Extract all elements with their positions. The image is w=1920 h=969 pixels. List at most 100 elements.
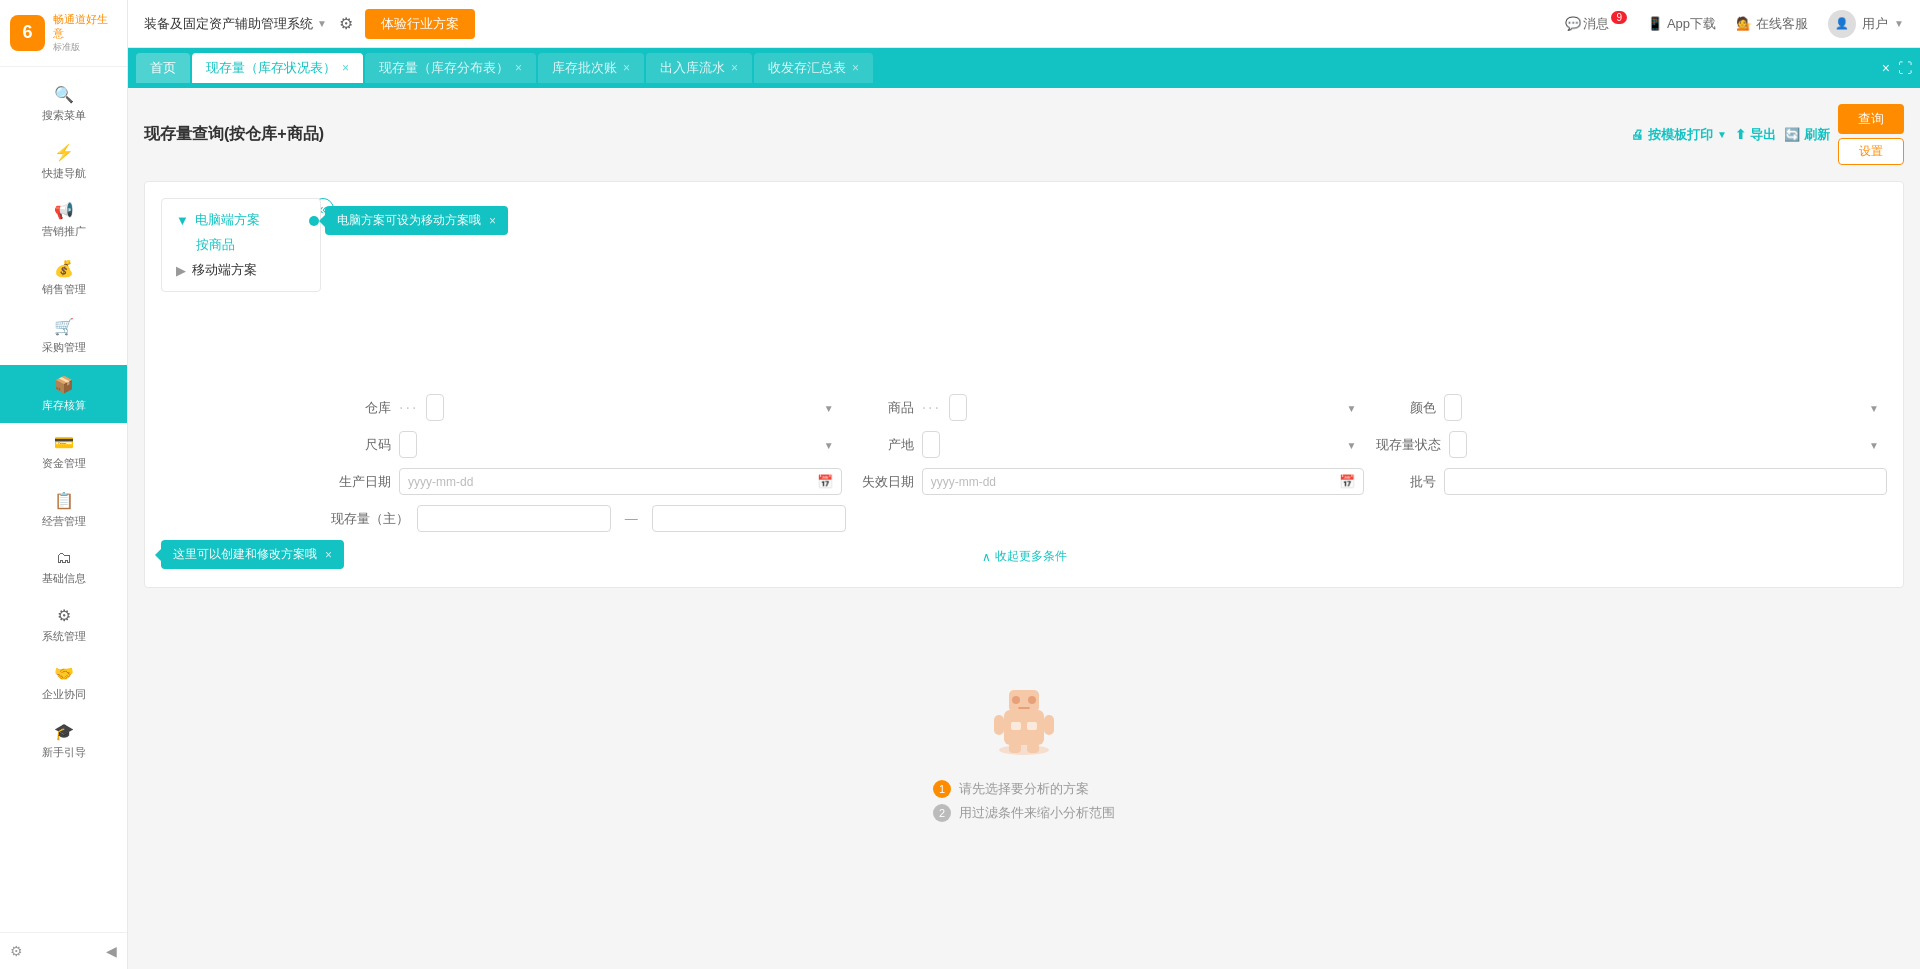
service-icon: 💁 <box>1736 16 1752 31</box>
export-button[interactable]: ⬆ 导出 <box>1735 126 1776 144</box>
stock-main-min[interactable] <box>417 505 611 532</box>
filter-warehouse: 仓库 ··· <box>331 394 842 421</box>
quick-nav-icon: ⚡ <box>54 143 74 162</box>
filter-row-3: 生产日期 yyyy-mm-dd 📅 失效日期 yyyy-mm-dd 📅 <box>331 468 1887 495</box>
sidebar-item-purchase[interactable]: 🛒 采购管理 <box>0 307 127 365</box>
tooltip-pc-close[interactable]: × <box>489 214 496 228</box>
tab-close-icon[interactable]: × <box>731 61 738 75</box>
warehouse-select[interactable] <box>426 394 444 421</box>
print-label: 按模板打印 <box>1648 126 1713 144</box>
sidebar-item-sales[interactable]: 💰 销售管理 <box>0 249 127 307</box>
settings-icon[interactable]: ⚙ <box>339 14 353 33</box>
tab-close-icon[interactable]: × <box>623 61 630 75</box>
expire-date-input[interactable]: yyyy-mm-dd 📅 <box>922 468 1365 495</box>
scheme-tree-area: ▼ 电脑端方案 按商品 ▶ 移动端方案 <box>161 198 321 292</box>
tab-receive-summary-label: 收发存汇总表 <box>768 59 846 77</box>
produce-date-input[interactable]: yyyy-mm-dd 📅 <box>399 468 842 495</box>
no-data-steps: 1 请先选择要分析的方案 2 用过滤条件来缩小分析范围 <box>933 780 1115 822</box>
tab-inout-flow[interactable]: 出入库流水 × <box>646 53 752 83</box>
sidebar-item-quick-nav[interactable]: ⚡ 快捷导航 <box>0 133 127 191</box>
filter-panel: 按以下方案查询 + ✎ « 电脑方案可设为移动方案哦 × <box>144 181 1904 588</box>
tab-inventory-status[interactable]: 现存量（库存状况表） × <box>192 53 363 83</box>
sidebar-item-label: 库存核算 <box>42 398 86 413</box>
scheme-pc-item[interactable]: ▼ 电脑端方案 <box>170 207 312 233</box>
user-area[interactable]: 👤 用户 ▼ <box>1828 10 1904 38</box>
basic-icon: 🗂 <box>56 549 72 567</box>
tab-inventory-dist[interactable]: 现存量（库存分布表） × <box>365 53 536 83</box>
tab-close-icon[interactable]: × <box>515 61 522 75</box>
header-left: 装备及固定资产辅助管理系统 ▼ ⚙ 体验行业方案 <box>144 9 475 39</box>
sidebar-item-label: 新手引导 <box>42 745 86 760</box>
chevron-down-icon: ▼ <box>317 18 327 29</box>
sidebar-item-marketing[interactable]: 📢 营销推广 <box>0 191 127 249</box>
batch-no-input[interactable] <box>1444 468 1887 495</box>
origin-label: 产地 <box>854 436 914 454</box>
sidebar-item-finance[interactable]: 💳 资金管理 <box>0 423 127 481</box>
tooltip-dot <box>309 216 319 226</box>
range-separator: — <box>619 511 644 526</box>
message-area[interactable]: 💬 消息 9 <box>1565 15 1627 33</box>
stock-status-select[interactable] <box>1449 431 1467 458</box>
scheme-mobile-item[interactable]: ▶ 移动端方案 <box>170 257 312 283</box>
tab-home[interactable]: 首页 <box>136 53 190 83</box>
tab-inventory-status-label: 现存量（库存状况表） <box>206 59 336 77</box>
page-actions: 🖨 按模板打印 ▼ ⬆ 导出 🔄 刷新 查询 设置 <box>1631 104 1904 165</box>
tooltip-modify-label: 这里可以创建和修改方案哦 <box>173 546 317 563</box>
calendar2-icon: 📅 <box>1339 474 1355 489</box>
origin-select[interactable] <box>922 431 940 458</box>
sidebar-item-guide[interactable]: 🎓 新手引导 <box>0 712 127 770</box>
size-select[interactable] <box>399 431 417 458</box>
sidebar-item-label: 采购管理 <box>42 340 86 355</box>
system-title-select[interactable]: 装备及固定资产辅助管理系统 ▼ <box>144 15 327 33</box>
no-data-illustration <box>974 680 1074 760</box>
refresh-button[interactable]: 🔄 刷新 <box>1784 126 1830 144</box>
tab-close-all-icon[interactable]: × <box>1882 60 1890 76</box>
sidebar-item-search[interactable]: 🔍 搜索菜单 <box>0 75 127 133</box>
filter-row-4: 现存量（主） — <box>331 505 1887 532</box>
step-num-1: 1 <box>933 780 951 798</box>
page-title-bar: 现存量查询(按仓库+商品) 🖨 按模板打印 ▼ ⬆ 导出 🔄 刷新 查询 设 <box>144 104 1904 165</box>
sidebar-collapse-button[interactable]: ◀ <box>106 943 117 959</box>
tooltip-modify-text: 这里可以创建和修改方案哦 × <box>161 540 344 569</box>
sidebar-item-inventory[interactable]: 📦 库存核算 <box>0 365 127 423</box>
logo-title: 畅通道好生意 <box>53 12 117 41</box>
filter-size: 尺码 <box>331 431 842 458</box>
color-select[interactable] <box>1444 394 1462 421</box>
sidebar-item-label: 经营管理 <box>42 514 86 529</box>
query-button[interactable]: 查询 <box>1838 104 1904 134</box>
sidebar-item-label: 销售管理 <box>42 282 86 297</box>
tab-batch-account[interactable]: 库存批次账 × <box>538 53 644 83</box>
sidebar-settings-button[interactable]: ⚙ <box>10 943 23 959</box>
system-title: 装备及固定资产辅助管理系统 <box>144 15 313 33</box>
origin-select-wrap <box>922 431 1365 458</box>
app-download-label: App下载 <box>1667 15 1716 33</box>
print-button[interactable]: 🖨 按模板打印 ▼ <box>1631 126 1727 144</box>
scheme-tree: ▼ 电脑端方案 按商品 ▶ 移动端方案 <box>161 198 321 292</box>
tab-receive-summary[interactable]: 收发存汇总表 × <box>754 53 873 83</box>
sidebar-item-basic[interactable]: 🗂 基础信息 <box>0 539 127 596</box>
trial-button[interactable]: 体验行业方案 <box>365 9 475 39</box>
svg-point-0 <box>999 745 1049 755</box>
no-data-step-2: 2 用过滤条件来缩小分析范围 <box>933 804 1115 822</box>
stock-main-max[interactable] <box>652 505 846 532</box>
sidebar-item-enterprise[interactable]: 🤝 企业协同 <box>0 654 127 712</box>
sidebar: 6 畅通道好生意 标准版 🔍 搜索菜单 ⚡ 快捷导航 📢 营销推广 💰 销售管理… <box>0 0 128 969</box>
sidebar-item-operation[interactable]: 📋 经营管理 <box>0 481 127 539</box>
sidebar-item-system[interactable]: ⚙ 系统管理 <box>0 596 127 654</box>
logo-icon: 6 <box>10 15 45 51</box>
settings-button[interactable]: 设置 <box>1838 138 1904 165</box>
tab-expand-icon[interactable]: ⛶ <box>1898 60 1912 76</box>
svg-rect-7 <box>994 715 1004 735</box>
refresh-icon: 🔄 <box>1784 127 1800 142</box>
goods-select[interactable] <box>949 394 967 421</box>
message-icon: 💬 <box>1565 16 1581 31</box>
scheme-pc-goods[interactable]: 按商品 <box>190 233 312 257</box>
sidebar-logo: 6 畅通道好生意 标准版 <box>0 0 127 67</box>
sidebar-item-label: 资金管理 <box>42 456 86 471</box>
online-service[interactable]: 💁 在线客服 <box>1736 15 1808 33</box>
tab-close-icon[interactable]: × <box>342 61 349 75</box>
tooltip-modify-close[interactable]: × <box>325 548 332 562</box>
logo-badge: 标准版 <box>53 41 117 54</box>
app-download[interactable]: 📱 App下载 <box>1647 15 1716 33</box>
tab-close-icon[interactable]: × <box>852 61 859 75</box>
